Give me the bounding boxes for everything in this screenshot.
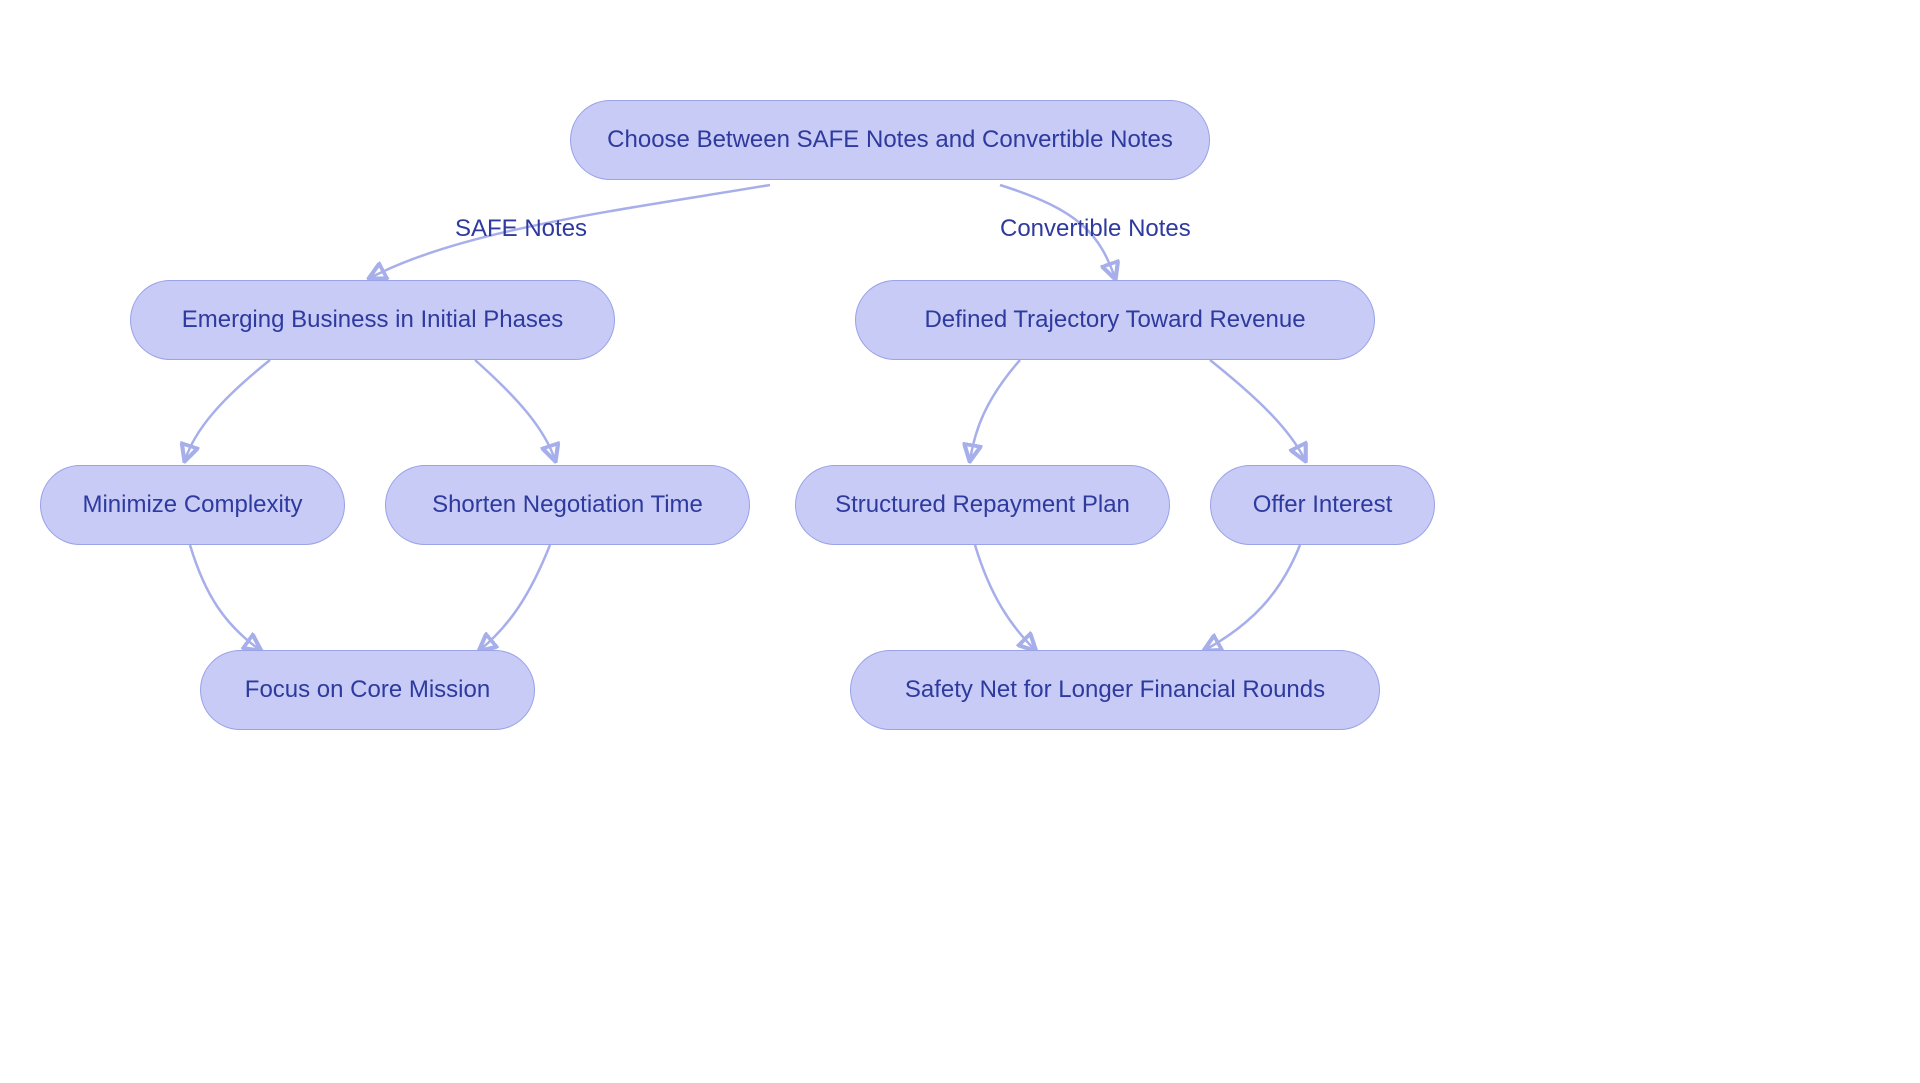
edge-safe-r <box>475 360 555 460</box>
edge-label-conv: Convertible Notes <box>1000 215 1191 243</box>
node-safe-r: Shorten Negotiation Time <box>385 465 750 545</box>
node-conv-l: Structured Repayment Plan <box>795 465 1170 545</box>
node-safe-mid: Emerging Business in Initial Phases <box>130 280 615 360</box>
edge-safe-r-end <box>480 545 550 650</box>
edge-conv-r <box>1210 360 1305 460</box>
node-conv-mid: Defined Trajectory Toward Revenue <box>855 280 1375 360</box>
node-root: Choose Between SAFE Notes and Convertibl… <box>570 100 1210 180</box>
edge-label-safe: SAFE Notes <box>455 215 587 243</box>
edge-conv-l <box>970 360 1020 460</box>
node-safe-mid-label: Emerging Business in Initial Phases <box>182 304 564 335</box>
node-conv-r-label: Offer Interest <box>1253 489 1393 520</box>
edge-safe-l <box>185 360 270 460</box>
node-root-label: Choose Between SAFE Notes and Convertibl… <box>607 124 1173 155</box>
node-conv-end-label: Safety Net for Longer Financial Rounds <box>905 674 1325 705</box>
edge-safe-l-end <box>190 545 260 650</box>
node-conv-l-label: Structured Repayment Plan <box>835 489 1130 520</box>
edge-conv-r-end <box>1205 545 1300 650</box>
node-safe-end-label: Focus on Core Mission <box>245 674 490 705</box>
node-safe-l-label: Minimize Complexity <box>82 489 302 520</box>
edge-conv-l-end <box>975 545 1035 650</box>
node-safe-r-label: Shorten Negotiation Time <box>432 489 703 520</box>
node-safe-end: Focus on Core Mission <box>200 650 535 730</box>
node-conv-end: Safety Net for Longer Financial Rounds <box>850 650 1380 730</box>
node-conv-mid-label: Defined Trajectory Toward Revenue <box>924 304 1305 335</box>
node-conv-r: Offer Interest <box>1210 465 1435 545</box>
node-safe-l: Minimize Complexity <box>40 465 345 545</box>
